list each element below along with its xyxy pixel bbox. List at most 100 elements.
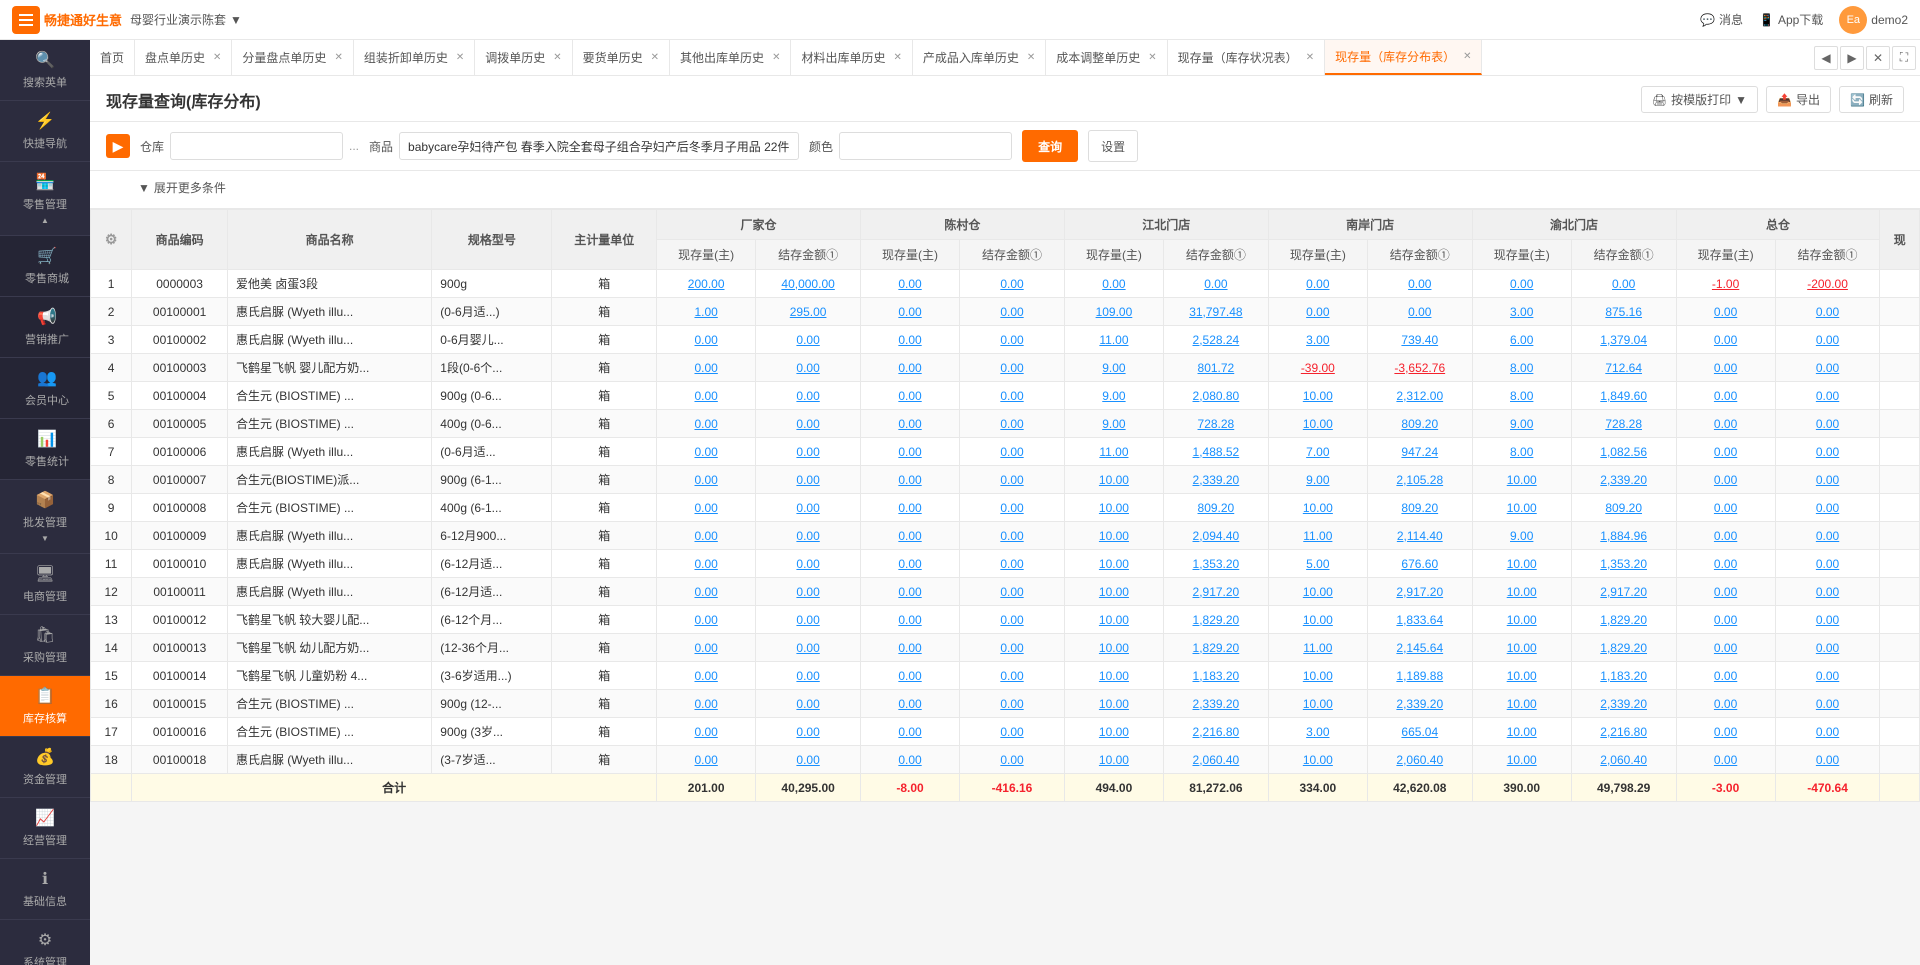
table-cell[interactable] xyxy=(1880,718,1920,746)
table-cell[interactable] xyxy=(1880,690,1920,718)
tab-material[interactable]: 材料出库单历史 ✕ xyxy=(791,40,912,75)
table-cell[interactable]: 0.00 xyxy=(960,270,1065,298)
sidebar-item-finance[interactable]: 💰 资金管理 xyxy=(0,737,90,798)
table-cell[interactable]: 0.00 xyxy=(1775,382,1880,410)
table-cell[interactable]: 0.00 xyxy=(1472,270,1571,298)
table-cell[interactable]: 0.00 xyxy=(1676,690,1775,718)
table-cell[interactable]: 0.00 xyxy=(860,578,959,606)
tab-outbound-close[interactable]: ✕ xyxy=(772,52,780,63)
tab-inventory-dist-close[interactable]: ✕ xyxy=(1463,51,1471,62)
tab-prev-btn[interactable]: ◀ xyxy=(1814,46,1838,70)
table-cell[interactable] xyxy=(1880,550,1920,578)
table-cell[interactable]: -39.00 xyxy=(1268,354,1367,382)
table-cell[interactable] xyxy=(1880,662,1920,690)
tab-inventory-dist[interactable]: 现存量（库存分布表） ✕ xyxy=(1325,40,1482,75)
table-cell[interactable]: 0.00 xyxy=(960,494,1065,522)
table-cell[interactable]: 10.00 xyxy=(1472,718,1571,746)
table-cell[interactable]: 0.00 xyxy=(1676,718,1775,746)
logo[interactable]: 畅捷通好生意 xyxy=(12,6,122,34)
table-cell[interactable]: 0.00 xyxy=(960,410,1065,438)
table-cell[interactable]: 0.00 xyxy=(1676,382,1775,410)
table-cell[interactable]: 0.00 xyxy=(860,606,959,634)
table-cell[interactable]: 0.00 xyxy=(657,606,756,634)
table-cell[interactable] xyxy=(1880,578,1920,606)
tab-transfer-close[interactable]: ✕ xyxy=(553,52,561,63)
table-cell[interactable]: 0.00 xyxy=(860,550,959,578)
table-cell[interactable] xyxy=(1880,410,1920,438)
table-cell[interactable]: 11.00 xyxy=(1268,522,1367,550)
table-cell[interactable]: 0.00 xyxy=(756,354,861,382)
table-cell[interactable]: 0.00 xyxy=(960,578,1065,606)
table-cell[interactable]: 0.00 xyxy=(756,606,861,634)
table-cell[interactable]: 809.20 xyxy=(1164,494,1269,522)
table-cell[interactable]: 8 xyxy=(91,466,132,494)
table-cell[interactable]: 0.00 xyxy=(756,466,861,494)
table-cell[interactable] xyxy=(1880,466,1920,494)
table-cell[interactable]: 801.72 xyxy=(1164,354,1269,382)
table-cell[interactable]: 0.00 xyxy=(1775,494,1880,522)
table-cell[interactable]: 10.00 xyxy=(1472,494,1571,522)
table-cell[interactable]: 1.00 xyxy=(657,298,756,326)
table-cell[interactable]: 12 xyxy=(91,578,132,606)
table-cell[interactable]: 1,829.20 xyxy=(1164,606,1269,634)
gear-icon[interactable]: ⚙ xyxy=(105,231,118,247)
table-cell[interactable]: 0.00 xyxy=(860,634,959,662)
table-cell[interactable]: 10.00 xyxy=(1268,606,1367,634)
tab-order-close[interactable]: ✕ xyxy=(651,52,659,63)
refresh-btn[interactable]: 🔄 刷新 xyxy=(1839,86,1904,113)
expand-filters-btn[interactable]: ▼ 展开更多条件 xyxy=(130,175,234,200)
table-cell[interactable]: 0.00 xyxy=(960,606,1065,634)
table-cell[interactable]: 0.00 xyxy=(1775,522,1880,550)
table-cell[interactable] xyxy=(1880,354,1920,382)
table-cell[interactable]: 9.00 xyxy=(1472,410,1571,438)
table-cell[interactable]: 712.64 xyxy=(1571,354,1676,382)
table-cell[interactable]: 0.00 xyxy=(1676,662,1775,690)
tab-assembly[interactable]: 组装折卸单历史 ✕ xyxy=(354,40,475,75)
table-cell[interactable]: 2,145.64 xyxy=(1367,634,1472,662)
table-cell[interactable]: 0.00 xyxy=(657,662,756,690)
table-cell[interactable]: 0.00 xyxy=(657,578,756,606)
table-cell[interactable]: 10.00 xyxy=(1064,522,1163,550)
query-btn[interactable]: 查询 xyxy=(1022,130,1078,162)
table-cell[interactable]: 2,917.20 xyxy=(1367,578,1472,606)
table-cell[interactable]: 0.00 xyxy=(860,522,959,550)
table-cell[interactable]: 6 xyxy=(91,410,132,438)
table-cell[interactable]: 5 xyxy=(91,382,132,410)
table-cell[interactable] xyxy=(1880,326,1920,354)
table-cell[interactable]: 0.00 xyxy=(756,634,861,662)
table-cell[interactable]: 1,488.52 xyxy=(1164,438,1269,466)
table-cell[interactable]: 0.00 xyxy=(756,438,861,466)
sidebar-item-inventory[interactable]: 📋 库存核算 xyxy=(0,676,90,737)
table-cell[interactable]: 2,339.20 xyxy=(1164,466,1269,494)
table-cell[interactable]: 10.00 xyxy=(1268,578,1367,606)
table-cell[interactable]: 0.00 xyxy=(657,634,756,662)
table-cell[interactable]: 0.00 xyxy=(860,494,959,522)
table-cell[interactable]: 2,339.20 xyxy=(1571,690,1676,718)
table-cell[interactable]: 200.00 xyxy=(657,270,756,298)
table-cell[interactable]: 6.00 xyxy=(1472,326,1571,354)
table-cell[interactable]: 2,216.80 xyxy=(1164,718,1269,746)
table-cell[interactable]: 0.00 xyxy=(756,410,861,438)
tab-stocktake[interactable]: 盘点单历史 ✕ xyxy=(135,40,232,75)
table-cell[interactable]: 10.00 xyxy=(1472,606,1571,634)
table-cell[interactable]: 0.00 xyxy=(657,718,756,746)
table-cell[interactable]: 0.00 xyxy=(1775,550,1880,578)
table-cell[interactable]: 10.00 xyxy=(1064,662,1163,690)
table-cell[interactable]: 0.00 xyxy=(860,662,959,690)
table-cell[interactable]: 10.00 xyxy=(1472,466,1571,494)
sidebar-item-nav[interactable]: ⚡ 快捷导航 xyxy=(0,101,90,162)
sidebar-item-operations[interactable]: 📈 经营管理 xyxy=(0,798,90,859)
table-cell[interactable]: 0.00 xyxy=(960,466,1065,494)
table-cell[interactable]: 10.00 xyxy=(1064,466,1163,494)
table-cell[interactable]: 0.00 xyxy=(657,466,756,494)
table-cell[interactable]: 2,917.20 xyxy=(1164,578,1269,606)
table-cell[interactable]: 0.00 xyxy=(657,410,756,438)
sidebar-item-marketing[interactable]: 📢 营销推广 xyxy=(0,297,90,358)
tab-fullscreen-btn[interactable]: ⛶ xyxy=(1892,46,1916,70)
table-cell[interactable]: 947.24 xyxy=(1367,438,1472,466)
table-cell[interactable]: 1 xyxy=(91,270,132,298)
sidebar-item-wholesale[interactable]: 📦 批发管理 ▼ xyxy=(0,480,90,554)
table-cell[interactable]: 2,105.28 xyxy=(1367,466,1472,494)
table-cell[interactable]: 2 xyxy=(91,298,132,326)
tab-transfer[interactable]: 调拨单历史 ✕ xyxy=(475,40,572,75)
